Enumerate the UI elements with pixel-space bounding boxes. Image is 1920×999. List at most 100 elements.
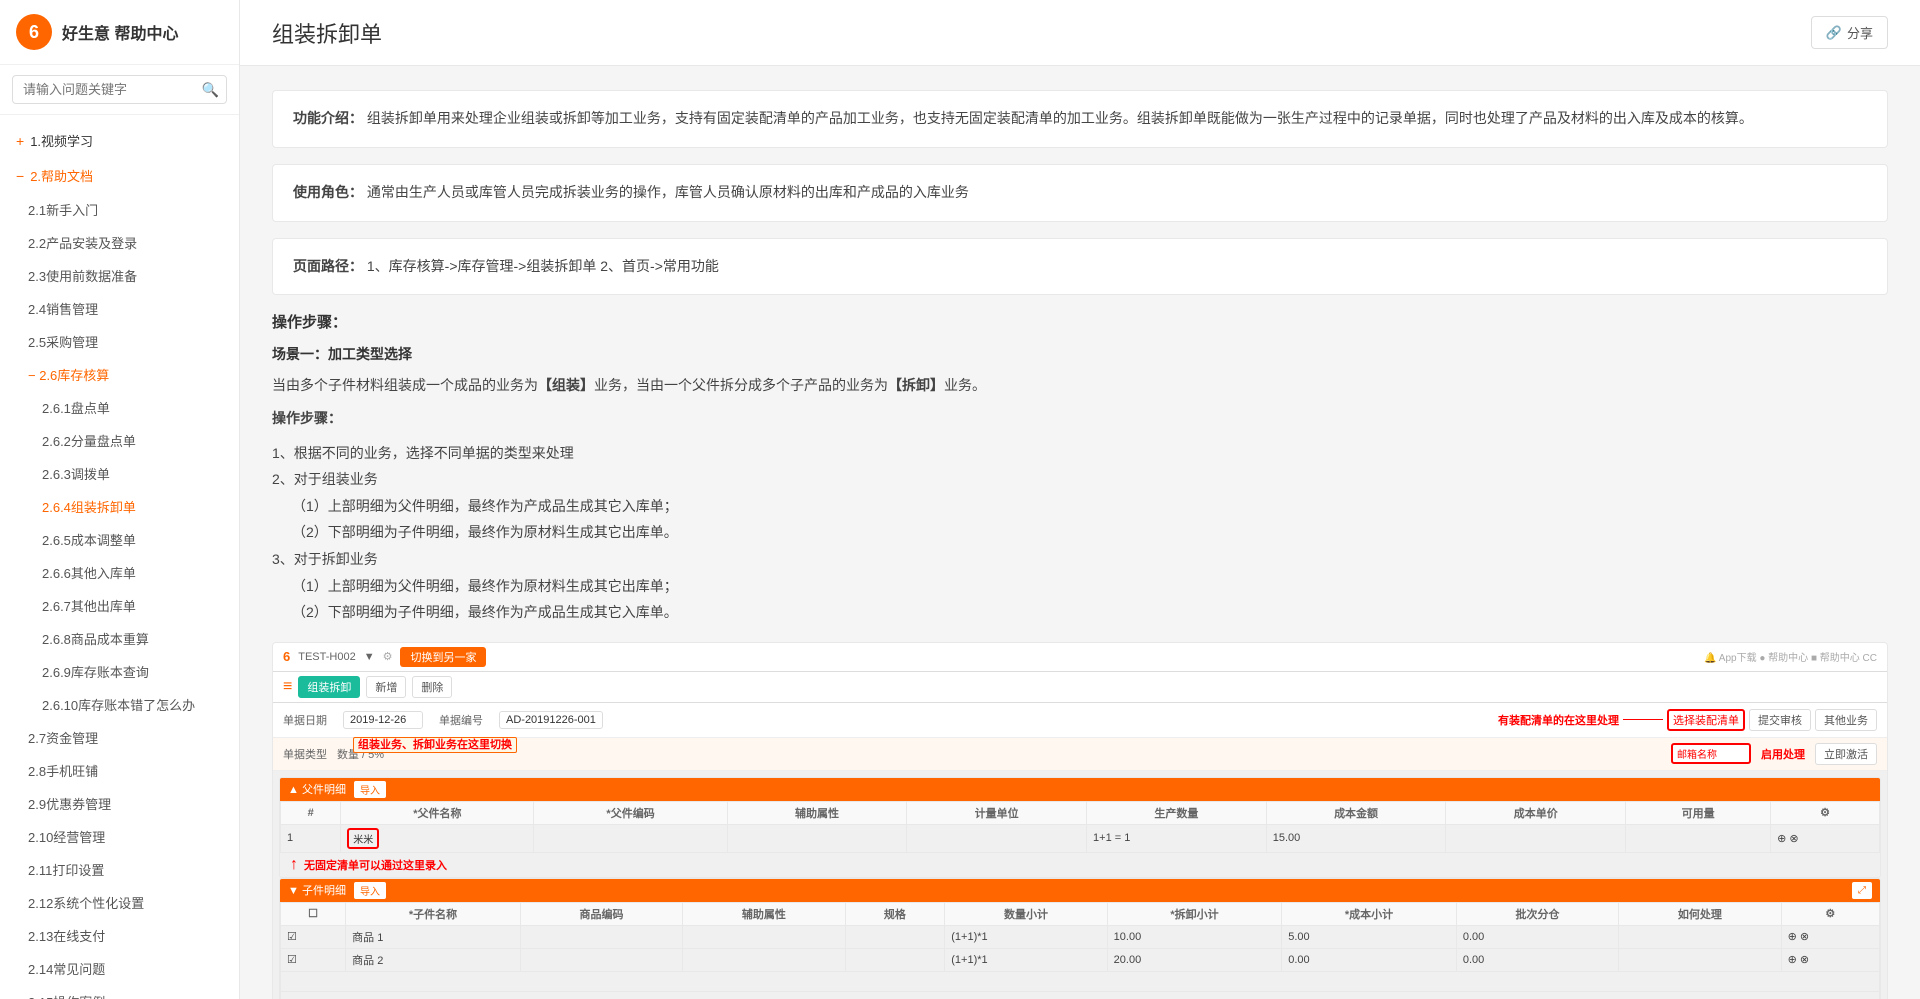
path-block: 页面路径： 1、库存核算->库存管理->组装拆卸单 2、首页->常用功能 bbox=[272, 238, 1888, 296]
expand-icon: + bbox=[16, 133, 24, 149]
sidebar-item-docs-26[interactable]: − 2.6库存核算 bbox=[0, 358, 239, 391]
mock-brow-ops: ⊕ ⊗ bbox=[1781, 948, 1879, 971]
mock-cell-ucost bbox=[1446, 824, 1626, 852]
ops-steps: 操作步骤： 场景一：加工类型选择 当由多个子件材料组装成一个成品的业务为【组装】… bbox=[272, 311, 1888, 625]
role-block: 使用角色： 通常由生产人员或库管人员完成拆装业务的操作，库管人员确认原材料的出库… bbox=[272, 164, 1888, 222]
mock-col-avail: 可用量 bbox=[1626, 801, 1771, 824]
mock-brow-cost: 5.00 bbox=[1282, 925, 1457, 948]
sidebar-item-docs-24[interactable]: 2.4销售管理 bbox=[0, 292, 239, 325]
sidebar-item-video[interactable]: + 1.视频学习 bbox=[0, 123, 239, 158]
sidebar-item-docs-215[interactable]: 2.15操作案例 bbox=[0, 985, 239, 999]
mock-tab-assembly[interactable]: 组装拆卸 bbox=[298, 676, 360, 698]
mock-topbar: 6 TEST-H002 ▼ ⚙ 切换到另一家 🔔 App下载 ● 帮助中心 ■ … bbox=[273, 643, 1887, 672]
sidebar-item-docs-25[interactable]: 2.5采购管理 bbox=[0, 325, 239, 358]
sidebar-item-docs[interactable]: − 2.帮助文档 bbox=[0, 158, 239, 193]
mock-top-table-section: ▲ 父件明细 导入 # *父件名称 *父件编码 辅助属性 计量单位 生产数量 bbox=[279, 777, 1881, 878]
role-label: 使用角色： bbox=[293, 184, 363, 200]
ops-steps-sub-label: 操作步骤： bbox=[272, 405, 1888, 432]
mock-cell-seq: 1 bbox=[281, 824, 341, 852]
sidebar-item-docs-261[interactable]: 2.6.1盘点单 bbox=[0, 391, 239, 424]
main-content: 组装拆卸单 🔗 分享 功能介绍： 组装拆卸单用来处理企业组装或拆卸等加工业务，支… bbox=[240, 0, 1920, 999]
mock-btn-delete[interactable]: 删除 bbox=[412, 676, 452, 698]
mock-col-code: *父件编码 bbox=[534, 801, 727, 824]
path-text: 1、库存核算->库存管理->组装拆卸单 2、首页->常用功能 bbox=[367, 258, 719, 274]
mock-bcol-ops: ⚙ bbox=[1781, 902, 1879, 925]
mock-more-btn[interactable]: 其他业务 bbox=[1815, 709, 1877, 731]
path-label: 页面路径： bbox=[293, 258, 363, 274]
mock-top-section-title: ▲ 父件明细 bbox=[288, 781, 346, 798]
sidebar-item-docs-212[interactable]: 2.12系统个性化设置 bbox=[0, 886, 239, 919]
sidebar-header: 6 好生意 帮助中心 bbox=[0, 0, 239, 65]
mock-bcol-dis: *拆卸小计 bbox=[1107, 902, 1282, 925]
mock-date-val: 2019-12-26 bbox=[343, 711, 423, 729]
sidebar-item-docs-264[interactable]: 2.6.4组装拆卸单 bbox=[0, 490, 239, 523]
sidebar-item-docs-210[interactable]: 2.10经营管理 bbox=[0, 820, 239, 853]
scenario1-title: 场景一：加工类型选择 bbox=[272, 344, 1888, 364]
mock-submit-btn[interactable]: 提交审核 bbox=[1749, 709, 1811, 731]
mock-bcol-cost: *成本小计 bbox=[1282, 902, 1457, 925]
step3: 3、对于拆卸业务 bbox=[272, 546, 1888, 573]
sidebar-item-docs-22[interactable]: 2.2产品安装及登录 bbox=[0, 226, 239, 259]
sidebar-item-docs-21[interactable]: 2.1新手入门 bbox=[0, 193, 239, 226]
sidebar-item-docs-23[interactable]: 2.3使用前数据准备 bbox=[0, 259, 239, 292]
mock-form-row: 单据日期 2019-12-26 单据编号 AD-20191226-001 有装配… bbox=[273, 703, 1887, 738]
mock-brow-dis: 20.00 bbox=[1107, 948, 1282, 971]
sidebar-item-docs-28[interactable]: 2.8手机旺铺 bbox=[0, 754, 239, 787]
sidebar-item-docs-268[interactable]: 2.6.8商品成本重算 bbox=[0, 622, 239, 655]
mock-bcol-check: ☐ bbox=[281, 902, 346, 925]
mock-switch-btn[interactable]: 切换到另一家 bbox=[400, 647, 486, 667]
mock-col-seq: # bbox=[281, 801, 341, 824]
mock-btn-new[interactable]: 新增 bbox=[366, 676, 406, 698]
mock-brow-name: 商品 1 bbox=[346, 925, 521, 948]
mock-col-unitcost: 成本单价 bbox=[1446, 801, 1626, 824]
sidebar-item-docs-266[interactable]: 2.6.6其他入库单 bbox=[0, 556, 239, 589]
mock-logo: 6 bbox=[283, 649, 290, 664]
mock-top-table: # *父件名称 *父件编码 辅助属性 计量单位 生产数量 成本金额 成本单价 可… bbox=[280, 801, 1880, 853]
annotation3-text: 启用处理 bbox=[1761, 746, 1805, 762]
sidebar-item-docs-214[interactable]: 2.14常见问题 bbox=[0, 952, 239, 985]
step2: 2、对于组装业务 bbox=[272, 466, 1888, 493]
share-button[interactable]: 🔗 分享 bbox=[1811, 16, 1888, 49]
mock-expand-btn[interactable]: ⤢ bbox=[1852, 882, 1872, 899]
mock-col-attr: 辅助属性 bbox=[727, 801, 907, 824]
mock-bom-btn[interactable]: 选择装配清单 bbox=[1667, 709, 1745, 731]
sidebar-item-docs-263[interactable]: 2.6.3调拨单 bbox=[0, 457, 239, 490]
scenario1-desc: 当由多个子件材料组装成一个成品的业务为【组装】业务，当由一个父件拆分成多个子产品… bbox=[272, 372, 1888, 399]
mock-toolbar: ≡ 组装拆卸 新增 删除 bbox=[273, 672, 1887, 703]
mock-bottom-table-header: ☐ *子件名称 商品编码 辅助属性 规格 数量小计 *拆卸小计 *成本小计 批次… bbox=[281, 902, 1880, 925]
sidebar-item-docs-265[interactable]: 2.6.5成本调整单 bbox=[0, 523, 239, 556]
sidebar-item-docs-211[interactable]: 2.11打印设置 bbox=[0, 853, 239, 886]
mock-cell-action: ⊕ ⊗ bbox=[1771, 824, 1880, 852]
mock-cell-avail bbox=[1626, 824, 1771, 852]
sidebar-item-docs-27[interactable]: 2.7资金管理 bbox=[0, 721, 239, 754]
mock-import-btn[interactable]: 导入 bbox=[354, 781, 386, 798]
mock-bcol-code: 商品编码 bbox=[520, 902, 682, 925]
table-row: 1 米米 1+1 = 1 15.00 bbox=[281, 824, 1880, 852]
mock-activate-input[interactable]: 邮箱名称 bbox=[1671, 743, 1751, 764]
mock-cell-name-val: 米米 bbox=[347, 828, 379, 849]
sidebar-item-docs-262[interactable]: 2.6.2分量盘点单 bbox=[0, 424, 239, 457]
search-box: 🔍 bbox=[0, 65, 239, 115]
mock-bottom-section-title: ▼ 子件明细 bbox=[288, 882, 346, 899]
mock-brow-ops: ⊕ ⊗ bbox=[1781, 925, 1879, 948]
search-input[interactable] bbox=[12, 75, 227, 104]
sidebar-item-docs-267[interactable]: 2.6.7其他出库单 bbox=[0, 589, 239, 622]
mock-bcol-qty: 数量小计 bbox=[945, 902, 1107, 925]
intro-block: 功能介绍： 组装拆卸单用来处理企业组装或拆卸等加工业务，支持有固定装配清单的产品… bbox=[272, 90, 1888, 148]
mock-bcol-name: *子件名称 bbox=[346, 902, 521, 925]
annotation4-text: 无固定清单可以通过这里录入 bbox=[304, 857, 447, 873]
annotation1-text: 有装配清单的在这里处理 bbox=[1498, 712, 1619, 728]
sidebar-item-docs-2610[interactable]: 2.6.10库存账本错了怎么办 bbox=[0, 688, 239, 721]
mock-bottom-import-btn[interactable]: 导入 bbox=[354, 882, 386, 899]
mock-activate-btn[interactable]: 立即激活 bbox=[1815, 743, 1877, 765]
sidebar-item-docs-29[interactable]: 2.9优惠券管理 bbox=[0, 787, 239, 820]
app-title: 好生意 帮助中心 bbox=[62, 20, 178, 44]
search-icon[interactable]: 🔍 bbox=[202, 81, 219, 98]
mock-bcol-batch: 批次分仓 bbox=[1456, 902, 1618, 925]
sidebar-item-docs-269[interactable]: 2.6.9库存账本查询 bbox=[0, 655, 239, 688]
sidebar-item-docs-213[interactable]: 2.13在线支付 bbox=[0, 919, 239, 952]
step2-sub1: （1）上部明细为父件明细，最终作为产成品生成其它入库单； bbox=[292, 493, 1888, 520]
mock-bottom-table: ☐ *子件名称 商品编码 辅助属性 规格 数量小计 *拆卸小计 *成本小计 批次… bbox=[280, 902, 1880, 999]
mock-brow-spec bbox=[845, 925, 945, 948]
mock-annotation4-row: ↑ 无固定清单可以通过这里录入 bbox=[280, 853, 1880, 877]
